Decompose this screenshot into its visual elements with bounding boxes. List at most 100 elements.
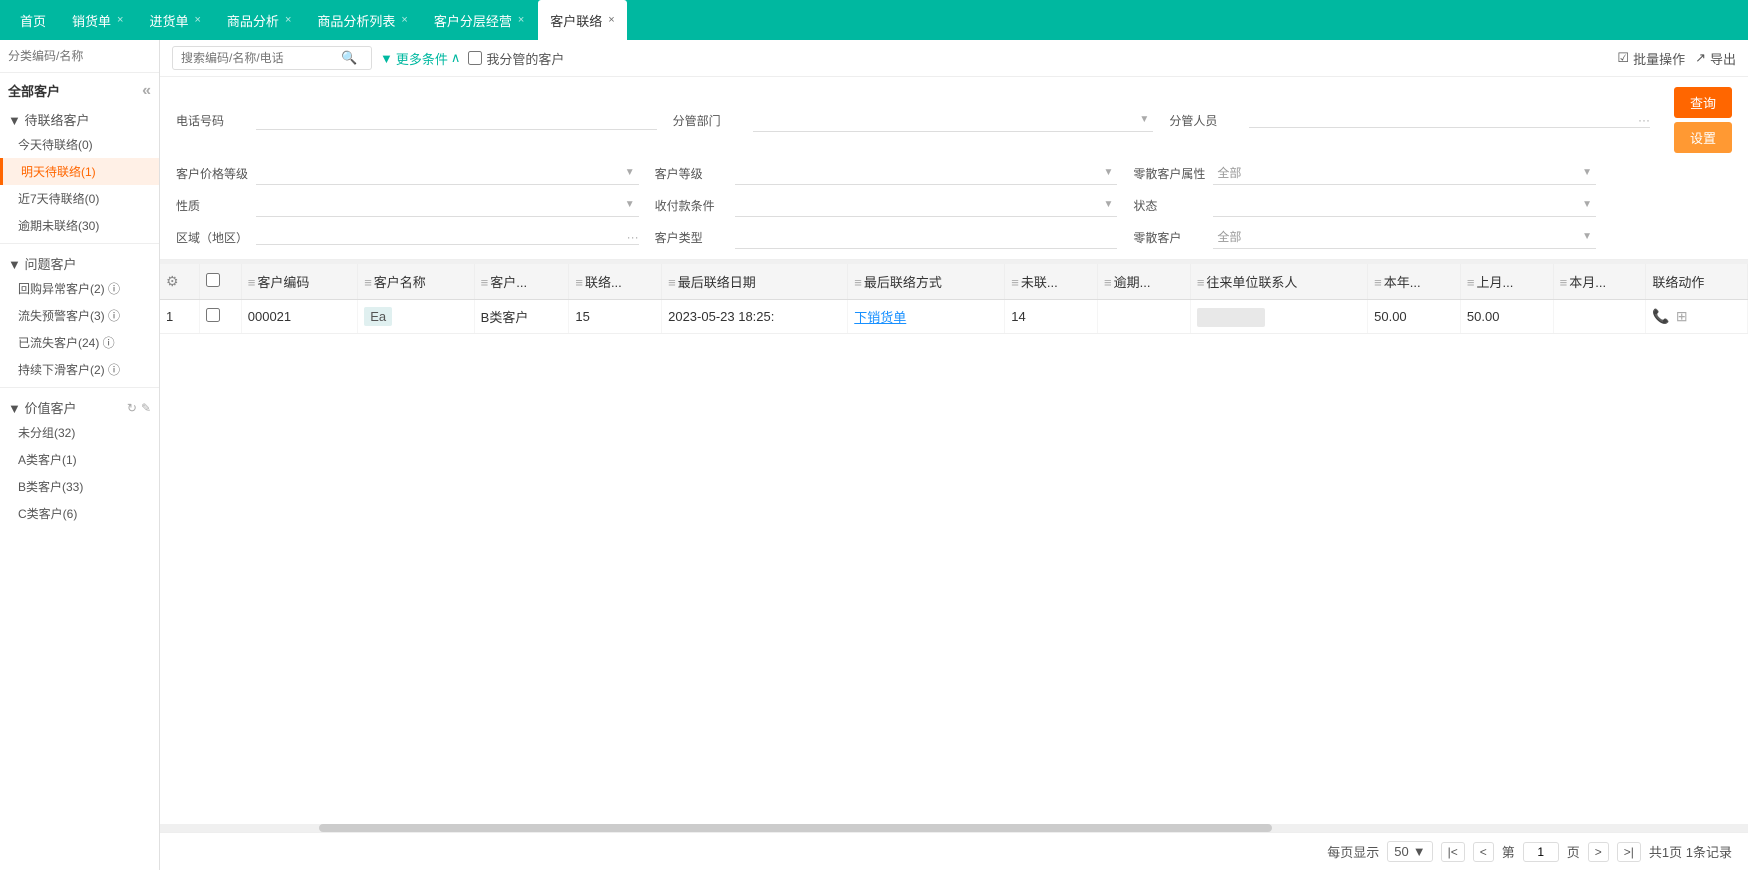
last-page-button[interactable]: >|: [1617, 842, 1641, 862]
close-goods-analysis-icon[interactable]: ×: [285, 14, 291, 26]
cell-customer-code: 000021: [241, 300, 357, 334]
advanced-filter: 电话号码 分管部门 ▼ 分管人员 ··· 查询: [160, 77, 1748, 260]
manager-more-icon[interactable]: ···: [1638, 113, 1650, 127]
sidebar-search-input[interactable]: [8, 49, 160, 63]
query-button[interactable]: 查询: [1674, 87, 1732, 118]
col-uncontacted: ≡未联...: [1005, 264, 1098, 300]
cell-customer-type: B类客户: [474, 300, 569, 334]
close-customer-contact-icon[interactable]: ×: [608, 14, 614, 26]
data-table: ⚙ ≡客户编码 ≡客户名称 ≡客户... ≡联络... ≡最后联络日期 ≡最后联…: [160, 264, 1748, 334]
sidebar-group-value[interactable]: ▼ 价值客户 ↻ ✎: [0, 392, 159, 419]
customer-grade-field: 客户等级 ▼: [655, 161, 1118, 185]
close-purchase-icon[interactable]: ×: [194, 14, 200, 26]
cell-last-contact-method: 下销货单: [848, 300, 1005, 334]
payment-terms-select[interactable]: ▼: [735, 193, 1118, 217]
sidebar-group-problem[interactable]: ▼ 问题客户: [0, 248, 159, 275]
nav-customer-tier[interactable]: 客户分层经营 ×: [422, 0, 536, 40]
export-icon: ↗: [1695, 50, 1706, 66]
nav-goods-analysis-table[interactable]: 商品分析列表 ×: [305, 0, 419, 40]
cell-overdue: [1098, 300, 1191, 334]
sidebar-item-class-b[interactable]: B类客户(33): [0, 473, 159, 500]
phone-input[interactable]: [256, 111, 657, 130]
export-button[interactable]: ↗ 导出: [1695, 49, 1736, 68]
row-checkbox[interactable]: [206, 308, 220, 322]
col-contact: ≡联络...: [569, 264, 662, 300]
sidebar-group-pending[interactable]: ▼ 待联络客户: [0, 104, 159, 131]
filter-row-3: 性质 ▼ 收付款条件 ▼ 状态: [176, 193, 1732, 217]
close-goods-analysis-table-icon[interactable]: ×: [401, 14, 407, 26]
sidebar-item-overdue-contact[interactable]: 逾期未联络(30): [0, 212, 159, 239]
batch-operation-button[interactable]: ☑ 批量操作: [1617, 49, 1685, 68]
scrollbar-thumb[interactable]: [319, 824, 1272, 832]
sidebar-item-tomorrow-contact[interactable]: 明天待联络(1): [0, 158, 159, 185]
region-more-icon[interactable]: ···: [627, 230, 639, 244]
horizontal-scrollbar[interactable]: [160, 824, 1748, 832]
search-icon[interactable]: 🔍: [341, 50, 357, 66]
reset-button[interactable]: 设置: [1674, 122, 1732, 153]
sidebar-item-today-contact[interactable]: 今天待联络(0): [0, 131, 159, 158]
collapse-icon[interactable]: «: [142, 82, 151, 100]
col-overdue: ≡逾期...: [1098, 264, 1191, 300]
sidebar-item-continuous-down[interactable]: 持续下滑客户(2) ⓘ: [0, 356, 159, 383]
first-page-button[interactable]: |<: [1441, 842, 1465, 862]
close-customer-tier-icon[interactable]: ×: [518, 14, 524, 26]
department-select[interactable]: ▼: [753, 108, 1154, 132]
customer-type-field: 客户类型: [655, 225, 1118, 249]
status-field: 状态 ▼: [1133, 193, 1596, 217]
page-number-input[interactable]: [1523, 842, 1559, 862]
nav-home[interactable]: 首页: [8, 0, 58, 40]
retail-customer-field: 零散客户 全部 ▼: [1133, 225, 1596, 249]
nav-goods-analysis[interactable]: 商品分析 ×: [215, 0, 303, 40]
prev-page-button[interactable]: <: [1473, 842, 1494, 862]
sidebar-item-class-c[interactable]: C类客户(6): [0, 500, 159, 527]
next-page-button[interactable]: >: [1588, 842, 1609, 862]
refresh-icon[interactable]: ↻: [127, 401, 137, 415]
select-all-checkbox[interactable]: [206, 273, 220, 287]
gender-field: 性质 ▼: [176, 193, 639, 217]
sidebar-item-repurchase-abnormal[interactable]: 回购异常客户(2) ⓘ: [0, 275, 159, 302]
retail-customer-chevron-icon: ▼: [1582, 231, 1592, 242]
gender-select[interactable]: ▼: [256, 193, 639, 217]
all-customers-header[interactable]: 全部客户 «: [0, 73, 159, 104]
cell-contact-person: [1190, 300, 1367, 334]
price-grade-select[interactable]: ▼: [256, 161, 639, 185]
retail-customer-select[interactable]: 全部 ▼: [1213, 225, 1596, 249]
col-customer-code: ≡客户编码: [241, 264, 357, 300]
phone-action-icon[interactable]: 📞: [1652, 308, 1669, 325]
chevron-up-icon: ∧: [451, 50, 461, 66]
my-customers-checkbox-area[interactable]: 我分管的客户: [468, 49, 564, 68]
sidebar-item-losing-customers[interactable]: 流失预警客户(3) ⓘ: [0, 302, 159, 329]
search-input[interactable]: [181, 51, 341, 65]
close-sales-icon[interactable]: ×: [117, 14, 123, 26]
sidebar-item-lost-customers[interactable]: 已流失客户(24) ⓘ: [0, 329, 159, 356]
retail-attribute-select[interactable]: 全部 ▼: [1213, 161, 1596, 185]
my-customers-checkbox[interactable]: [468, 51, 482, 65]
action-icons-group: 📞 ⊞: [1652, 308, 1741, 325]
sidebar-item-class-a[interactable]: A类客户(1): [0, 446, 159, 473]
filter-icon: ▼: [380, 51, 393, 66]
manager-field: 分管人员 ···: [1169, 112, 1650, 129]
last-contact-method-link[interactable]: 下销货单: [854, 310, 906, 325]
customer-type-select[interactable]: [735, 225, 1118, 249]
customer-grade-select[interactable]: ▼: [735, 161, 1118, 185]
cell-action: 📞 ⊞: [1646, 300, 1748, 334]
gear-settings-icon[interactable]: ⚙: [166, 273, 179, 289]
status-select[interactable]: ▼: [1213, 193, 1596, 217]
sidebar-item-ungrouped[interactable]: 未分组(32): [0, 419, 159, 446]
nav-customer-contact[interactable]: 客户联络 ×: [538, 0, 626, 40]
top-nav: 首页 销货单 × 进货单 × 商品分析 × 商品分析列表 × 客户分层经营 × …: [0, 0, 1748, 40]
status-chevron-icon: ▼: [1582, 199, 1592, 210]
sidebar-item-week-contact[interactable]: 近7天待联络(0): [0, 185, 159, 212]
phone-field: 电话号码: [176, 111, 657, 130]
col-last-contact-date: ≡最后联络日期: [662, 264, 848, 300]
nav-purchase[interactable]: 进货单 ×: [137, 0, 212, 40]
more-conditions-button[interactable]: ▼ 更多条件 ∧: [380, 49, 460, 68]
per-page-select[interactable]: 50 ▼: [1387, 841, 1432, 862]
retail-attribute-chevron-icon: ▼: [1582, 167, 1592, 178]
col-contact-person: ≡往来单位联系人: [1190, 264, 1367, 300]
nav-sales[interactable]: 销货单 ×: [60, 0, 135, 40]
edit-icon[interactable]: ✎: [141, 401, 151, 415]
more-action-icon[interactable]: ⊞: [1676, 308, 1688, 325]
col-last-month: ≡上月...: [1460, 264, 1553, 300]
department-chevron-icon: ▼: [1139, 114, 1149, 125]
